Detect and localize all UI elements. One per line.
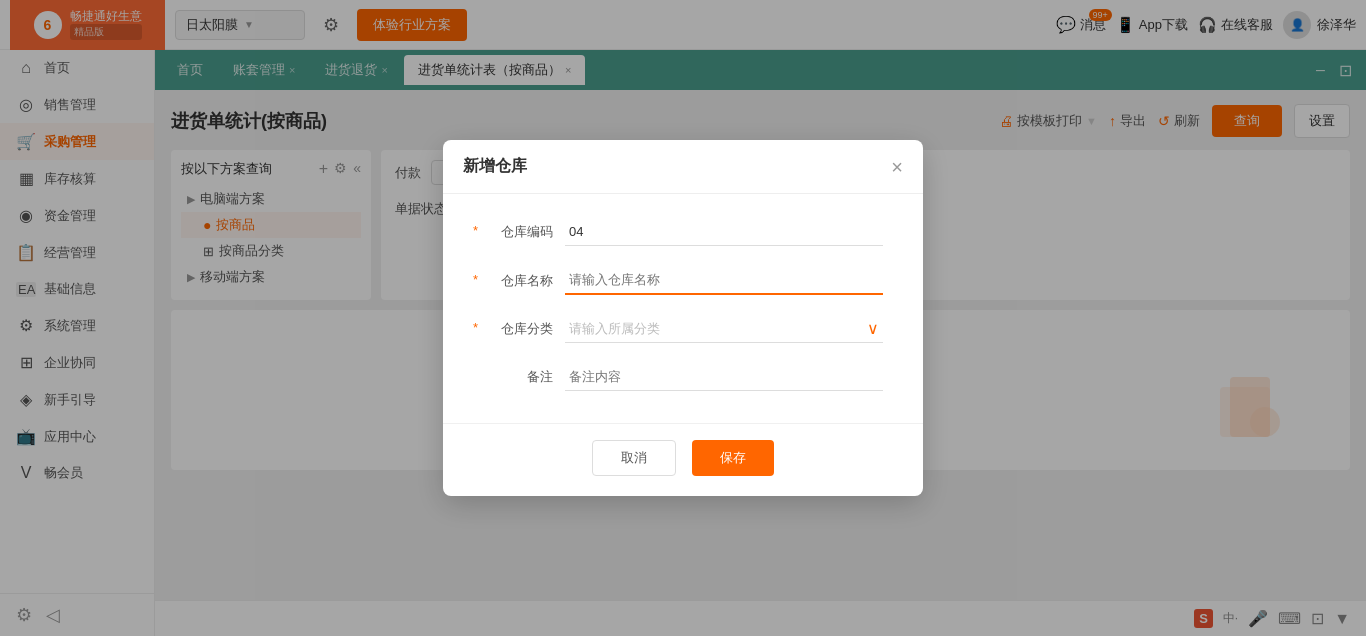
modal-title: 新增仓库 [463,156,527,177]
required-star: * [473,223,478,238]
cancel-button[interactable]: 取消 [592,440,676,476]
required-star-name: * [473,272,478,287]
modal-body: * 仓库编码 * 仓库名称 * 仓库分类 请输入 [443,194,923,423]
category-label: * 仓库分类 [483,320,553,338]
form-row-code: * 仓库编码 [483,218,883,246]
note-input[interactable] [565,363,883,391]
form-row-category: * 仓库分类 请输入所属分类 ∨ [483,315,883,343]
required-star-cat: * [473,320,478,335]
modal-footer: 取消 保存 [443,423,923,496]
new-warehouse-modal: 新增仓库 × * 仓库编码 * 仓库名称 [443,140,923,496]
modal-header: 新增仓库 × [443,140,923,194]
warehouse-code-input[interactable] [565,218,883,246]
form-row-name: * 仓库名称 [483,266,883,295]
save-button[interactable]: 保存 [692,440,774,476]
code-label: * 仓库编码 [483,223,553,241]
modal-close-button[interactable]: × [891,157,903,177]
warehouse-name-input[interactable] [565,266,883,295]
name-label: * 仓库名称 [483,272,553,290]
category-arrow-icon: ∨ [867,319,879,338]
modal-overlay: 新增仓库 × * 仓库编码 * 仓库名称 [0,0,1366,636]
form-row-note: 备注 [483,363,883,391]
note-label: 备注 [483,368,553,386]
category-select-text: 请输入所属分类 [569,320,867,338]
category-select-wrap[interactable]: 请输入所属分类 ∨ [565,315,883,343]
